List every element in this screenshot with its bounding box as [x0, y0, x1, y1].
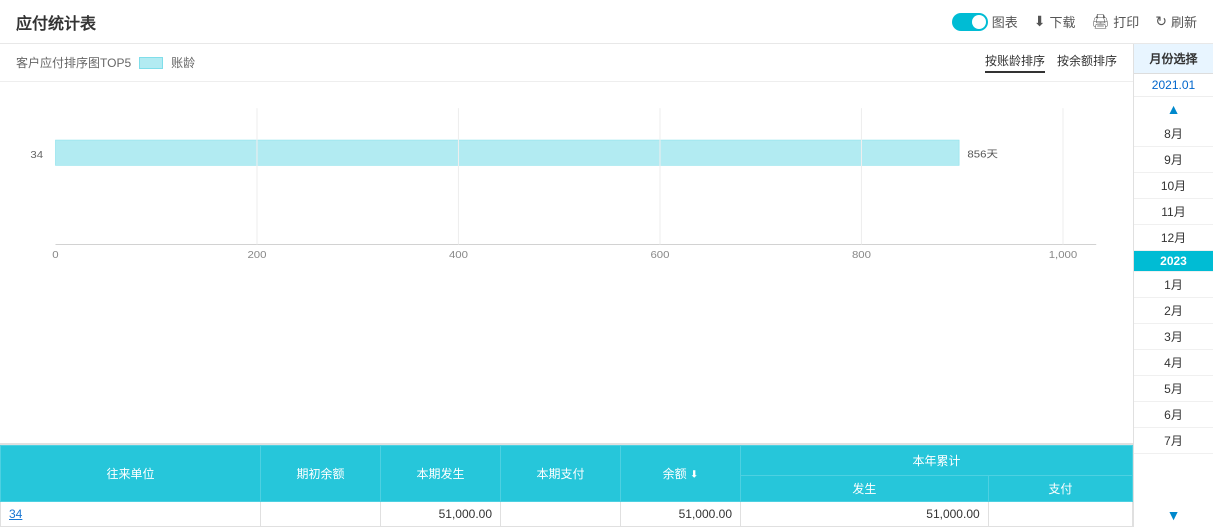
- refresh-icon: ↻: [1155, 13, 1167, 30]
- month-item[interactable]: 7月: [1134, 428, 1213, 454]
- month-item[interactable]: 4月: [1134, 350, 1213, 376]
- sidebar-up-btn[interactable]: ▲: [1134, 97, 1213, 121]
- data-table: 往来单位 期初余额 本期发生 本期支付 余额 ⬇ 本年累计: [0, 445, 1133, 527]
- month-item[interactable]: 10月: [1134, 173, 1213, 199]
- bal-sort-icon: ⬇: [690, 469, 698, 480]
- chart-toggle-action[interactable]: 图表: [952, 12, 1018, 31]
- chart-body: 34 856天 0 200 400 600 800 1,000: [0, 82, 1133, 443]
- col-header-ytd-pay: 支付: [988, 476, 1132, 502]
- table-row: 34 51,000.00 51,000.00 51,000.00: [1, 502, 1133, 527]
- svg-text:856天: 856天: [967, 149, 998, 160]
- download-label: 下载: [1049, 12, 1075, 31]
- bar-chart: 34 856天 0 200 400 600 800 1,000: [16, 90, 1117, 290]
- svg-text:800: 800: [852, 250, 871, 261]
- svg-text:200: 200: [247, 250, 266, 261]
- sort-by-balance-btn[interactable]: 按账龄排序: [985, 52, 1045, 73]
- col-header-bal: 余额 ⬇: [621, 446, 741, 502]
- year-badge: 2023: [1134, 251, 1213, 272]
- svg-text:34: 34: [30, 150, 43, 161]
- refresh-label: 刷新: [1171, 12, 1197, 31]
- chevron-down-icon: ▼: [1167, 507, 1181, 523]
- chart-section: 客户应付排序图TOP5 账龄 按账龄排序 按余额排序 34: [0, 44, 1133, 527]
- right-sidebar: 月份选择 2021.01 ▲ 8月9月10月11月12月20231月2月3月4月…: [1133, 44, 1213, 527]
- month-item[interactable]: 2月: [1134, 298, 1213, 324]
- cell-period-bal: [261, 502, 381, 527]
- svg-text:0: 0: [52, 250, 58, 261]
- cell-bal: 51,000.00: [621, 502, 741, 527]
- col-header-period-bal: 期初余额: [261, 446, 381, 502]
- chart-toggle-switch[interactable]: [952, 13, 988, 31]
- chart-toggle-label: 图表: [992, 12, 1018, 31]
- col-header-period-occ: 本期发生: [381, 446, 501, 502]
- month-item[interactable]: 9月: [1134, 147, 1213, 173]
- cell-ytd-pay: [988, 502, 1132, 527]
- month-item[interactable]: 3月: [1134, 324, 1213, 350]
- chart-sort: 按账龄排序 按余额排序: [985, 52, 1117, 73]
- legend-box: [139, 57, 163, 69]
- download-icon: ⬇: [1034, 13, 1046, 30]
- month-item[interactable]: 6月: [1134, 402, 1213, 428]
- month-item[interactable]: 5月: [1134, 376, 1213, 402]
- header-actions: 图表 ⬇ 下载 🖨 打印 ↻ 刷新: [952, 12, 1197, 31]
- svg-text:400: 400: [449, 250, 468, 261]
- print-action[interactable]: 🖨 打印: [1091, 12, 1139, 31]
- sidebar-month-header: 月份选择: [1134, 44, 1213, 74]
- sidebar-down-btn[interactable]: ▼: [1134, 503, 1213, 527]
- chart-header: 客户应付排序图TOP5 账龄 按账龄排序 按余额排序: [0, 44, 1133, 82]
- chart-legend: 客户应付排序图TOP5 账龄: [16, 54, 195, 71]
- month-item[interactable]: 11月: [1134, 199, 1213, 225]
- col-header-unit: 往来单位: [1, 446, 261, 502]
- svg-text:1,000: 1,000: [1049, 250, 1078, 261]
- download-action[interactable]: ⬇ 下载: [1034, 12, 1076, 31]
- cell-unit[interactable]: 34: [1, 502, 261, 527]
- main-content: 客户应付排序图TOP5 账龄 按账龄排序 按余额排序 34: [0, 44, 1213, 527]
- page-title: 应付统计表: [16, 10, 96, 34]
- month-item[interactable]: 1月: [1134, 272, 1213, 298]
- cell-period-occ: 51,000.00: [381, 502, 501, 527]
- col-header-period-pay: 本期支付: [501, 446, 621, 502]
- table-section: 往来单位 期初余额 本期发生 本期支付 余额 ⬇ 本年累计: [0, 443, 1133, 527]
- chevron-up-icon: ▲: [1167, 101, 1181, 117]
- month-item[interactable]: 8月: [1134, 121, 1213, 147]
- sort-by-amount-btn[interactable]: 按余额排序: [1057, 52, 1117, 73]
- svg-text:600: 600: [650, 250, 669, 261]
- refresh-action[interactable]: ↻ 刷新: [1155, 12, 1197, 31]
- cell-period-pay: [501, 502, 621, 527]
- legend-box-label: 账龄: [171, 54, 195, 71]
- month-item[interactable]: 12月: [1134, 225, 1213, 251]
- month-list: 8月9月10月11月12月20231月2月3月4月5月6月7月: [1134, 121, 1213, 503]
- table-wrapper: 往来单位 期初余额 本期发生 本期支付 余额 ⬇ 本年累计: [0, 445, 1133, 527]
- print-icon: 🖨: [1091, 13, 1109, 30]
- sidebar-year-label[interactable]: 2021.01: [1134, 74, 1213, 97]
- legend-label: 客户应付排序图TOP5: [16, 54, 131, 71]
- app-header: 应付统计表 图表 ⬇ 下载 🖨 打印 ↻ 刷新: [0, 0, 1213, 44]
- print-label: 打印: [1113, 12, 1139, 31]
- col-header-ytd: 本年累计: [741, 446, 1133, 476]
- cell-ytd-occ: 51,000.00: [741, 502, 989, 527]
- col-header-ytd-occ: 发生: [741, 476, 989, 502]
